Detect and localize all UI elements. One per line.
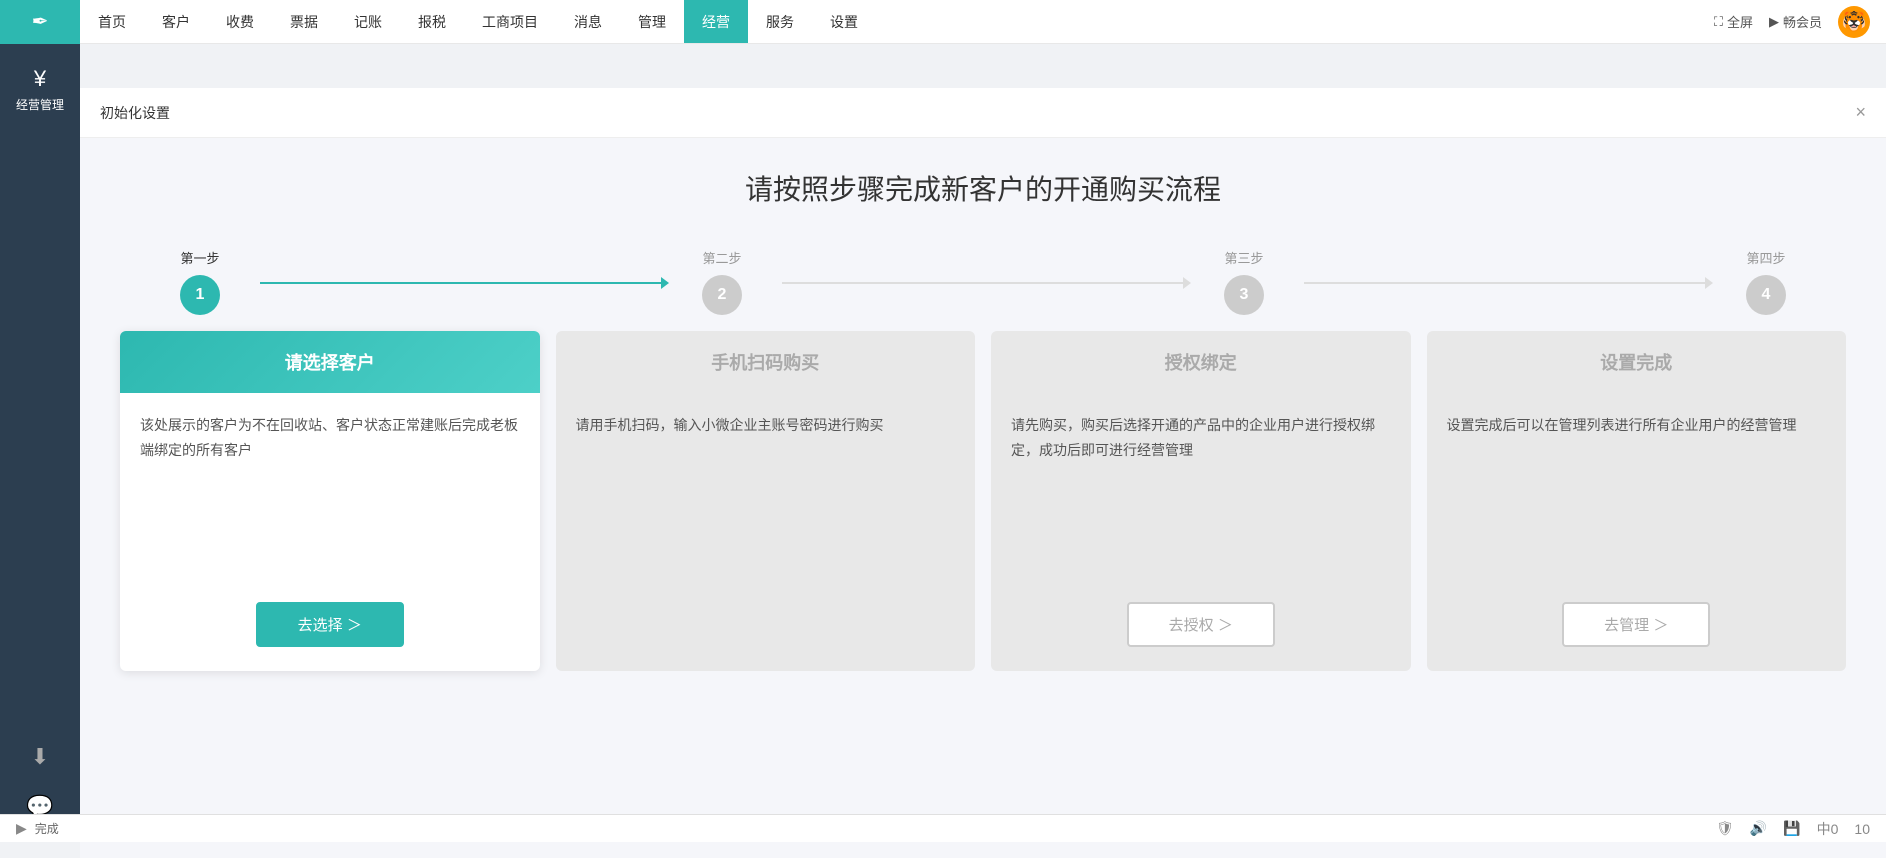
connector-3-4 bbox=[1304, 282, 1706, 284]
page-header: 初始化设置 × bbox=[80, 88, 1886, 138]
sidebar-item-label: 经营管理 bbox=[16, 96, 64, 113]
nav-item-operation[interactable]: 经营 bbox=[684, 0, 748, 43]
nav-item-service[interactable]: 服务 bbox=[748, 0, 812, 43]
fullscreen-icon: ⛶ bbox=[1714, 14, 1723, 30]
volume-icon[interactable]: 🔊 bbox=[1750, 820, 1767, 837]
step-2-node: 第二步 2 bbox=[662, 248, 782, 315]
connector-1-2 bbox=[260, 282, 662, 284]
arrow-2-3 bbox=[1183, 277, 1191, 289]
card-4-footer: 去管理 ＞ bbox=[1427, 586, 1847, 671]
nav-item-message[interactable]: 消息 bbox=[556, 0, 620, 43]
nav-item-charge[interactable]: 收费 bbox=[208, 0, 272, 43]
status-text: 完成 bbox=[35, 820, 59, 837]
status-right: 🛡 🔊 💾 中0 10 bbox=[1716, 819, 1870, 839]
step-4-node: 第四步 4 bbox=[1706, 248, 1826, 315]
logo: ✒ bbox=[0, 0, 80, 44]
card-1-footer: 去选择 ＞ bbox=[120, 586, 540, 671]
card-3-header: 授权绑定 bbox=[991, 331, 1411, 393]
fullscreen-button[interactable]: ⛶ 全屏 bbox=[1714, 12, 1753, 31]
card-1-button[interactable]: 去选择 ＞ bbox=[256, 602, 404, 647]
input-status: 中0 bbox=[1817, 819, 1839, 839]
avatar[interactable]: 🐯 bbox=[1838, 6, 1870, 38]
card-1-body: 该处展示的客户为不在回收站、客户状态正常建账后完成老板端绑定的所有客户 bbox=[120, 393, 540, 586]
nav-item-industry[interactable]: 工商项目 bbox=[464, 0, 556, 43]
cards-container: 请选择客户 该处展示的客户为不在回收站、客户状态正常建账后完成老板端绑定的所有客… bbox=[120, 331, 1846, 671]
step-2-circle: 2 bbox=[702, 275, 742, 315]
card-2-body: 请用手机扫码，输入小微企业主账号密码进行购买 bbox=[556, 393, 976, 631]
zoom-level: 10 bbox=[1854, 821, 1870, 837]
play-icon: ▶ bbox=[1769, 14, 1779, 30]
sidebar-download[interactable]: ⬇ bbox=[0, 732, 80, 782]
card-1: 请选择客户 该处展示的客户为不在回收站、客户状态正常建账后完成老板端绑定的所有客… bbox=[120, 331, 540, 671]
arrow-3-4 bbox=[1705, 277, 1713, 289]
card-1-header: 请选择客户 bbox=[120, 331, 540, 393]
nav-item-customer[interactable]: 客户 bbox=[144, 0, 208, 43]
step-1-circle: 1 bbox=[180, 275, 220, 315]
card-3-footer: 去授权 ＞ bbox=[991, 586, 1411, 671]
card-4-body: 设置完成后可以在管理列表进行所有企业用户的经营管理 bbox=[1427, 393, 1847, 586]
nav-item-account[interactable]: 记账 bbox=[336, 0, 400, 43]
step-3-node: 第三步 3 bbox=[1184, 248, 1304, 315]
step-1-label: 第一步 bbox=[180, 248, 219, 267]
card-2-footer bbox=[556, 631, 976, 671]
save-icon: 💾 bbox=[1783, 820, 1800, 837]
step-3-circle: 3 bbox=[1224, 275, 1264, 315]
card-3-body: 请先购买，购买后选择开通的产品中的企业用户进行授权绑定，成功后即可进行经营管理 bbox=[991, 393, 1411, 586]
card-4-button[interactable]: 去管理 ＞ bbox=[1562, 602, 1710, 647]
card-3: 授权绑定 请先购买，购买后选择开通的产品中的企业用户进行授权绑定，成功后即可进行… bbox=[991, 331, 1411, 671]
play-status-icon[interactable]: ▶ bbox=[16, 820, 27, 837]
step-4-label: 第四步 bbox=[1746, 248, 1785, 267]
nav-item-settings[interactable]: 设置 bbox=[812, 0, 876, 43]
card-4: 设置完成 设置完成后可以在管理列表进行所有企业用户的经营管理 去管理 ＞ bbox=[1427, 331, 1847, 671]
card-3-button[interactable]: 去授权 ＞ bbox=[1127, 602, 1275, 647]
nav-right-area: ⛶ 全屏 ▶ 畅会员 🐯 bbox=[1714, 6, 1886, 38]
download-icon: ⬇ bbox=[31, 744, 49, 770]
top-navigation: ✒ 首页 客户 收费 票据 记账 报税 工商项目 消息 管理 经营 服务 设置 … bbox=[0, 0, 1886, 44]
close-button[interactable]: × bbox=[1855, 102, 1866, 123]
main-area: 初始化设置 × 请按照步骤完成新客户的开通购买流程 第一步 1 第二步 2 bbox=[80, 88, 1886, 858]
connector-2-3 bbox=[782, 282, 1184, 284]
nav-item-manage[interactable]: 管理 bbox=[620, 0, 684, 43]
card-4-header: 设置完成 bbox=[1427, 331, 1847, 393]
nav-item-bill[interactable]: 票据 bbox=[272, 0, 336, 43]
step-2-label: 第二步 bbox=[702, 248, 741, 267]
status-bar: ▶ 完成 🛡 🔊 💾 中0 10 bbox=[0, 814, 1886, 842]
card-2: 手机扫码购买 请用手机扫码，输入小微企业主账号密码进行购买 bbox=[556, 331, 976, 671]
arrow-1-2 bbox=[661, 277, 669, 289]
nav-item-tax[interactable]: 报税 bbox=[400, 0, 464, 43]
operation-icon: ¥ bbox=[34, 66, 46, 92]
logo-icon: ✒ bbox=[32, 9, 49, 34]
step-4-circle: 4 bbox=[1746, 275, 1786, 315]
step-3-label: 第三步 bbox=[1224, 248, 1263, 267]
shield-icon: 🛡 bbox=[1716, 820, 1734, 837]
page-title: 初始化设置 bbox=[100, 103, 170, 123]
steps-row: 第一步 1 第二步 2 第三步 3 bbox=[120, 248, 1846, 315]
sidebar-item-operation[interactable]: ¥ 经营管理 bbox=[0, 54, 80, 125]
card-2-header: 手机扫码购买 bbox=[556, 331, 976, 393]
nav-menu: 首页 客户 收费 票据 记账 报税 工商项目 消息 管理 经营 服务 设置 bbox=[80, 0, 1714, 43]
member-button[interactable]: ▶ 畅会员 bbox=[1769, 12, 1822, 31]
sidebar: ¥ 经营管理 ⬇ 💬 bbox=[0, 44, 80, 842]
nav-item-home[interactable]: 首页 bbox=[80, 0, 144, 43]
main-title: 请按照步骤完成新客户的开通购买流程 bbox=[120, 168, 1846, 208]
content-area: 请按照步骤完成新客户的开通购买流程 第一步 1 第二步 2 bbox=[80, 138, 1886, 701]
step-1-node: 第一步 1 bbox=[140, 248, 260, 315]
